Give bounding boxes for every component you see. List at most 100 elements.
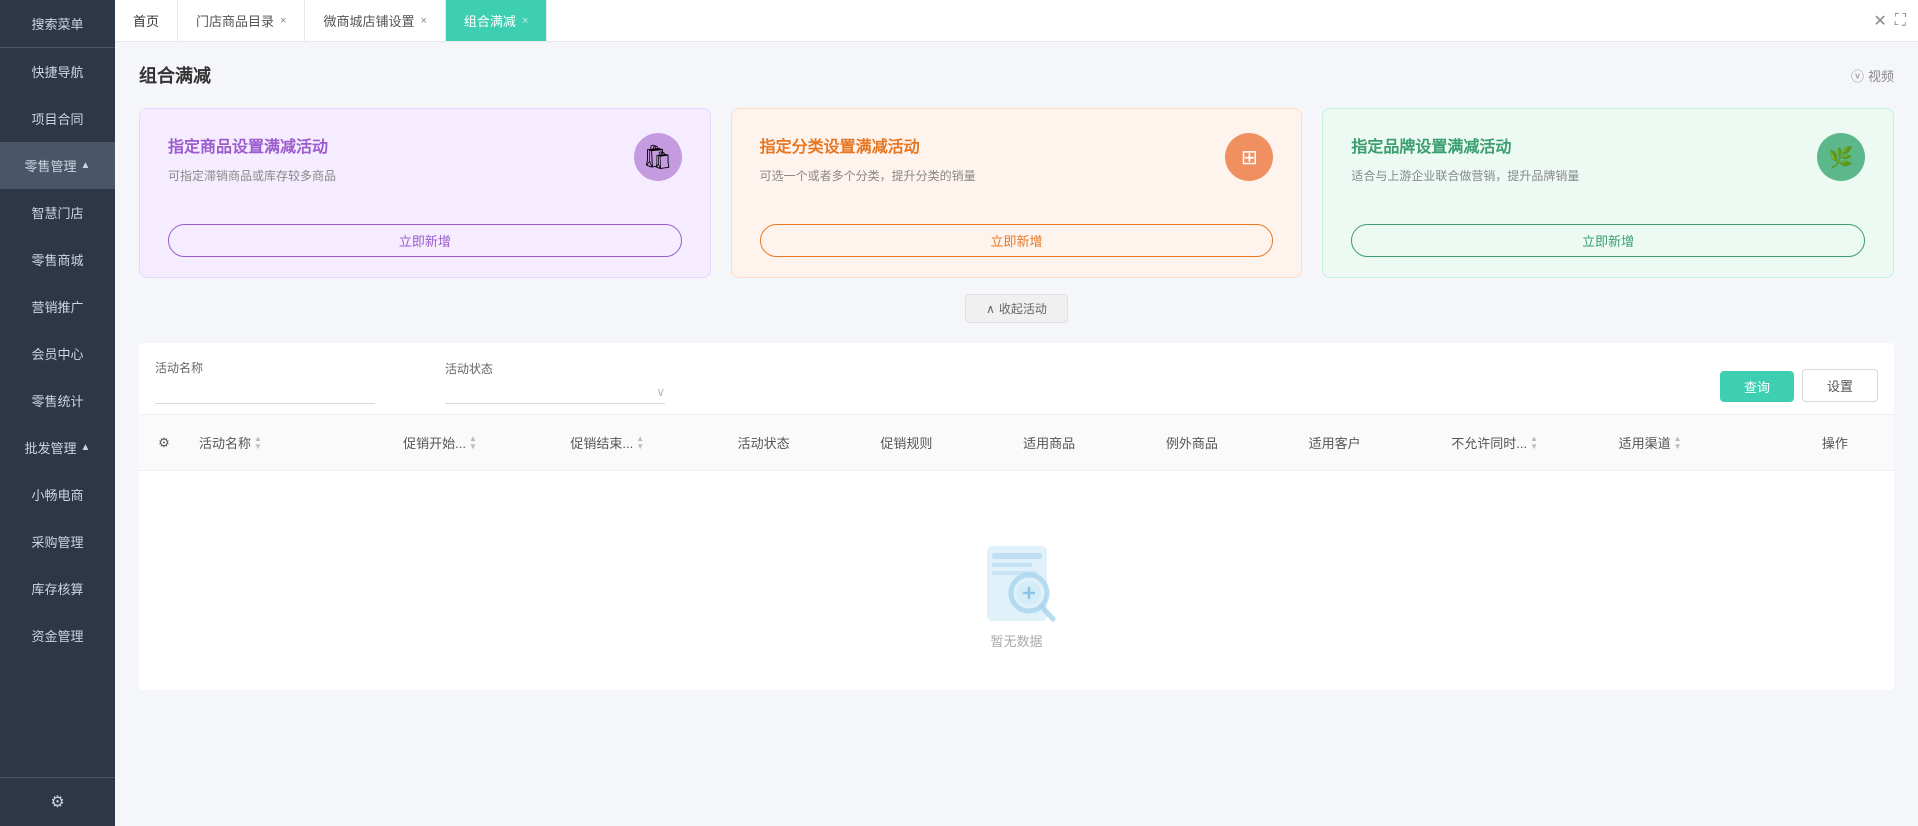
th-name-label: 活动名称 [199,433,251,452]
th-start-label: 促销开始... [403,433,466,452]
tab-combo-discount-close[interactable]: × [522,15,528,27]
th-channel-label: 适用渠道 [1619,433,1671,452]
category-card-title: 指定分类设置满减活动 [760,133,1274,157]
th-end[interactable]: 促销结束... ▲▼ [560,425,727,460]
sidebar-item-label: 会员中心 [31,347,83,362]
sidebar-item-retail-mall[interactable]: 零售商城 [0,236,115,283]
fullscreen-button[interactable]: ⛶ [1895,11,1906,31]
filter-status-label: 活动状态 [445,360,665,377]
goods-card-desc: 可指定滞销商品或库存较多商品 [168,167,682,208]
tab-store-catalog[interactable]: 门店商品目录 × [178,0,305,41]
goods-add-button[interactable]: 立即新增 [168,224,682,257]
th-channel[interactable]: 适用渠道 ▲▼ [1609,425,1776,460]
sidebar-item-marketing[interactable]: 营销推广 [0,283,115,330]
sidebar-item-xiaochangec[interactable]: 小畅电商 [0,471,115,518]
th-customer-label: 适用客户 [1309,433,1361,452]
sidebar-item-fund-mgmt[interactable]: 资金管理 [0,612,115,659]
empty-text: 暂无数据 [990,631,1042,650]
play-circle-icon: ⓥ [1851,66,1864,85]
brand-add-button[interactable]: 立即新增 [1351,224,1865,257]
collapse-bar: ∧ 收起活动 [139,294,1894,323]
table-header: ⚙ 活动名称 ▲▼ 促销开始... ▲▼ 促销结束... ▲▼ [139,414,1894,471]
settings-icon[interactable]: ⚙ [50,794,64,811]
page-content: 组合满减 ⓥ 视频 🛍 指定商品设置满减活动 可指定滞销商品或库存较多商品 立即… [115,42,1918,826]
tab-combo-discount-label: 组合满减 [464,11,516,30]
sidebar-item-smart-store[interactable]: 智慧门店 [0,189,115,236]
chevron-up-icon: ∧ [986,302,995,316]
sidebar-item-retail-stats[interactable]: 零售统计 [0,377,115,424]
th-rule: 促销规则 [870,425,1013,460]
activity-cards: 🛍 指定商品设置满减活动 可指定滞销商品或库存较多商品 立即新增 ⊞ 指定分类设… [139,108,1894,278]
tab-home[interactable]: 首页 [115,0,178,41]
sidebar-item-quick-nav[interactable]: 快捷导航 [0,48,115,95]
goods-activity-card: 🛍 指定商品设置满减活动 可指定滞销商品或库存较多商品 立即新增 [139,108,711,278]
sidebar-item-inventory[interactable]: 库存核算 [0,565,115,612]
tab-bar: 首页 门店商品目录 × 微商城店铺设置 × 组合满减 × ✕ ⛶ [115,0,1918,42]
th-gear[interactable]: ⚙ [139,427,189,459]
sidebar-item-label: 零售商城 [31,253,83,268]
th-except: 例外商品 [1156,425,1299,460]
category-card-icon: ⊞ [1225,133,1273,181]
empty-illustration [957,531,1077,631]
th-status: 活动状态 [728,425,871,460]
sort-icon: ▲▼ [254,435,262,451]
video-link[interactable]: ⓥ 视频 [1851,66,1894,85]
sort-icon: ▲▼ [469,435,477,451]
category-card-desc: 可选一个或者多个分类，提升分类的销量 [760,167,1274,208]
th-goods-label: 适用商品 [1023,433,1075,452]
collapse-label: 收起活动 [999,300,1047,317]
sort-icon: ▲▼ [636,435,644,451]
query-button[interactable]: 查询 [1720,371,1794,402]
th-goods: 适用商品 [1013,425,1156,460]
empty-state: 暂无数据 [139,471,1894,690]
sidebar-item-member-center[interactable]: 会员中心 [0,330,115,377]
sidebar-bottom: ⚙ [0,777,115,826]
filter-status-select[interactable]: ∨ [445,381,665,404]
sidebar-item-retail-mgmt[interactable]: 零售管理 ▲ [0,142,115,189]
sidebar-item-project-contract[interactable]: 项目合同 [0,95,115,142]
tab-store-catalog-close[interactable]: × [280,15,286,27]
tab-wechat-store-close[interactable]: × [420,15,426,27]
video-label: 视频 [1868,66,1894,85]
chevron-up-icon: ▲ [81,160,91,171]
th-status-label: 活动状态 [738,433,790,452]
category-activity-card: ⊞ 指定分类设置满减活动 可选一个或者多个分类，提升分类的销量 立即新增 [731,108,1303,278]
tab-actions: ✕ ⛶ [1873,11,1918,31]
sidebar-item-purchase-mgmt[interactable]: 采购管理 [0,518,115,565]
setting-button[interactable]: 设置 [1802,369,1878,402]
sidebar-item-wholesale-mgmt[interactable]: 批发管理 ▲ [0,424,115,471]
th-op-label: 操作 [1822,433,1848,452]
th-end-label: 促销结束... [570,433,633,452]
th-start[interactable]: 促销开始... ▲▼ [393,425,560,460]
filter-actions: 查询 设置 [1720,369,1878,404]
sidebar-search[interactable]: 搜索菜单 [0,0,115,48]
sidebar-item-label: 零售管理 [25,156,77,175]
tab-home-label: 首页 [133,11,159,30]
sidebar-item-label: 采购管理 [31,535,83,550]
gear-icon: ⚙ [158,435,170,451]
sidebar-item-label: 零售统计 [31,394,83,409]
page-title: 组合满减 [139,62,211,88]
tab-wechat-store[interactable]: 微商城店铺设置 × [305,0,445,41]
category-add-button[interactable]: 立即新增 [760,224,1274,257]
sidebar-item-label: 资金管理 [31,629,83,644]
filter-name-input[interactable] [155,380,375,404]
sidebar-item-label: 批发管理 [25,438,77,457]
th-name[interactable]: 活动名称 ▲▼ [189,425,393,460]
tab-store-catalog-label: 门店商品目录 [196,11,274,30]
goods-card-icon: 🛍 [634,133,682,181]
page-header: 组合满减 ⓥ 视频 [139,62,1894,88]
close-window-button[interactable]: ✕ [1873,11,1886,31]
tab-wechat-store-label: 微商城店铺设置 [323,11,414,30]
brand-activity-card: 🌿 指定品牌设置满减活动 适合与上游企业联合做营销，提升品牌销量 立即新增 [1322,108,1894,278]
sidebar-item-label: 项目合同 [31,112,83,127]
tab-combo-discount[interactable]: 组合满减 × [446,0,547,41]
filter-status-group: 活动状态 ∨ [445,360,665,404]
main-area: 首页 门店商品目录 × 微商城店铺设置 × 组合满减 × ✕ ⛶ 组合 [115,0,1918,826]
filter-name-label: 活动名称 [155,359,375,376]
sidebar-item-label: 小畅电商 [31,488,83,503]
table-container: ⚙ 活动名称 ▲▼ 促销开始... ▲▼ 促销结束... ▲▼ [139,414,1894,690]
th-concurrent[interactable]: 不允许同时... ▲▼ [1441,425,1608,460]
collapse-activity-button[interactable]: ∧ 收起活动 [965,294,1068,323]
sidebar-item-label: 营销推广 [31,300,83,315]
